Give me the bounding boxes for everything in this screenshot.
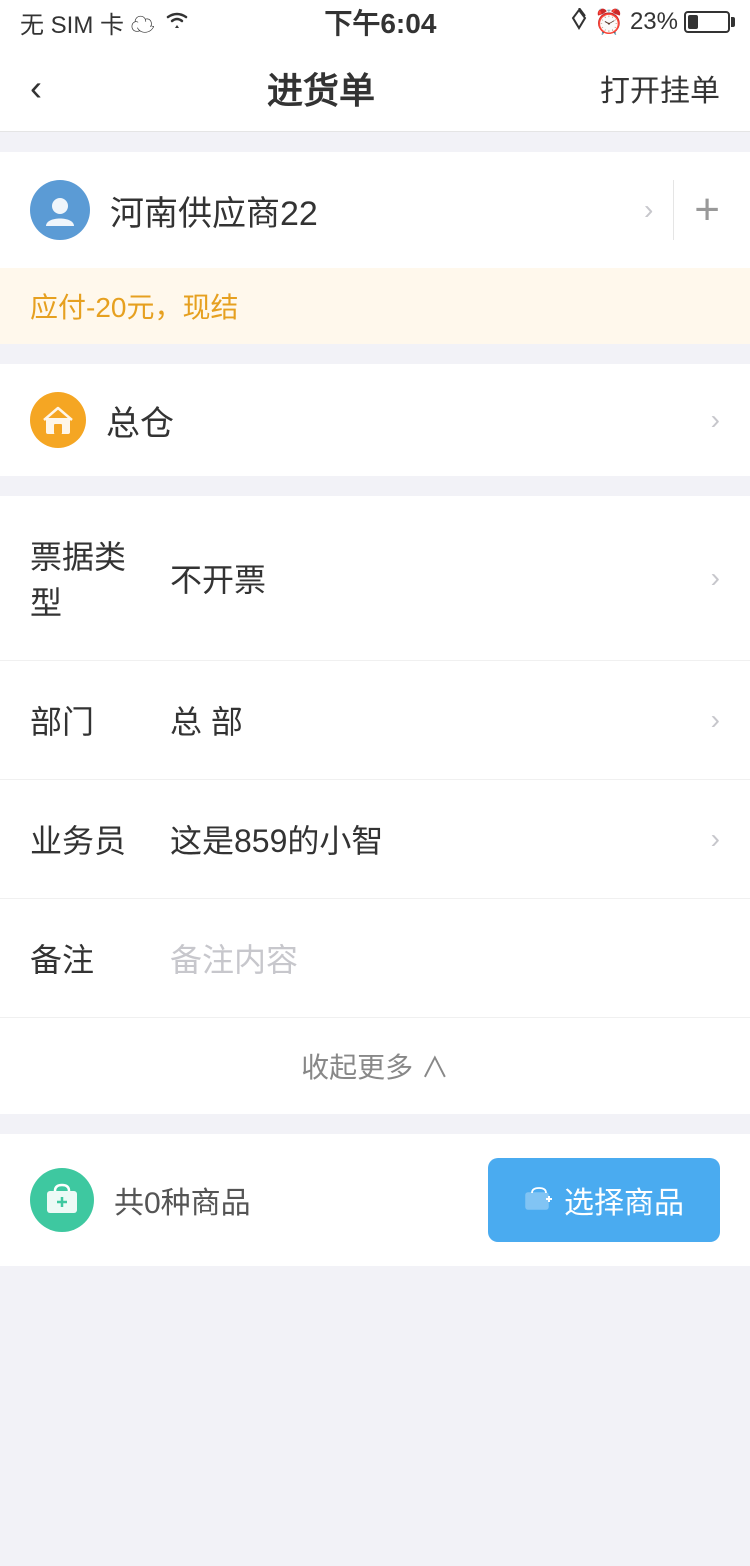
warehouse-section: 总仓 › [0,364,750,476]
department-chevron-icon: › [711,704,720,736]
battery-icon [684,11,730,33]
section-gap-3 [0,476,750,496]
department-label: 部门 [30,697,150,743]
nav-bar: ‹ 进货单 打开挂单 [0,44,750,132]
warehouse-row[interactable]: 总仓 › [0,364,750,476]
warehouse-chevron-icon: › [711,404,720,436]
invoice-type-value: 不开票 [170,555,711,601]
collapse-label: 收起更多 ∧ [301,1046,449,1086]
cart-icon [524,1185,554,1215]
page-footer [0,1266,750,1566]
status-left: 无 SIM 卡 ☁ [20,5,191,40]
sim-text: 无 SIM 卡 ☁ [20,5,155,40]
invoice-type-row[interactable]: 票据类型 不开票 › [0,496,750,660]
bottom-section: 共0种商品 选择商品 [0,1134,750,1266]
salesperson-chevron-icon: › [711,823,720,855]
salesperson-label: 业务员 [30,816,150,862]
open-pending-button[interactable]: 打开挂单 [600,66,720,110]
form-section: 票据类型 不开票 › 部门 总 部 › 业务员 这是859的小智 › 备注 备注… [0,496,750,1114]
section-gap-2 [0,344,750,364]
supplier-row[interactable]: 河南供应商22 › + [0,152,750,268]
supplier-section: 河南供应商22 › + 应付-20元，现结 [0,152,750,344]
remark-label: 备注 [30,935,150,981]
invoice-type-chevron-icon: › [711,562,720,594]
invoice-type-label: 票据类型 [30,532,150,624]
status-bar: 无 SIM 卡 ☁ 下午6:04 ⏰ 23% [0,0,750,44]
back-button[interactable]: ‹ [30,67,42,109]
department-row[interactable]: 部门 总 部 › [0,660,750,779]
notice-text: 应付-20元，现结 [30,292,238,323]
goods-icon-wrap [30,1168,94,1232]
section-gap-1 [0,132,750,152]
supplier-avatar [30,180,90,240]
remark-value: 备注内容 [170,935,720,981]
goods-count-text: 共0种商品 [114,1178,488,1222]
alarm-icon: ⏰ [594,8,624,37]
remark-row[interactable]: 备注 备注内容 [0,898,750,1017]
salesperson-row[interactable]: 业务员 这是859的小智 › [0,779,750,898]
collapse-bar[interactable]: 收起更多 ∧ [0,1017,750,1114]
salesperson-value: 这是859的小智 [170,816,711,862]
supplier-name: 河南供应商22 [110,186,644,235]
wifi-icon [163,8,191,36]
page-title: 进货单 [267,62,375,114]
supplier-chevron-icon: › [644,194,653,226]
battery-text: 23% [630,8,678,36]
status-time: 下午6:04 [324,2,436,42]
location-icon [570,8,588,37]
notice-bar: 应付-20元，现结 [0,268,750,344]
add-button[interactable]: + [694,188,720,232]
select-goods-label: 选择商品 [564,1178,684,1222]
vertical-divider [673,180,674,240]
status-right: ⏰ 23% [570,8,730,37]
select-goods-button[interactable]: 选择商品 [488,1158,720,1242]
department-value: 总 部 [170,697,711,743]
warehouse-icon-wrap [30,392,86,448]
warehouse-name: 总仓 [106,396,711,445]
